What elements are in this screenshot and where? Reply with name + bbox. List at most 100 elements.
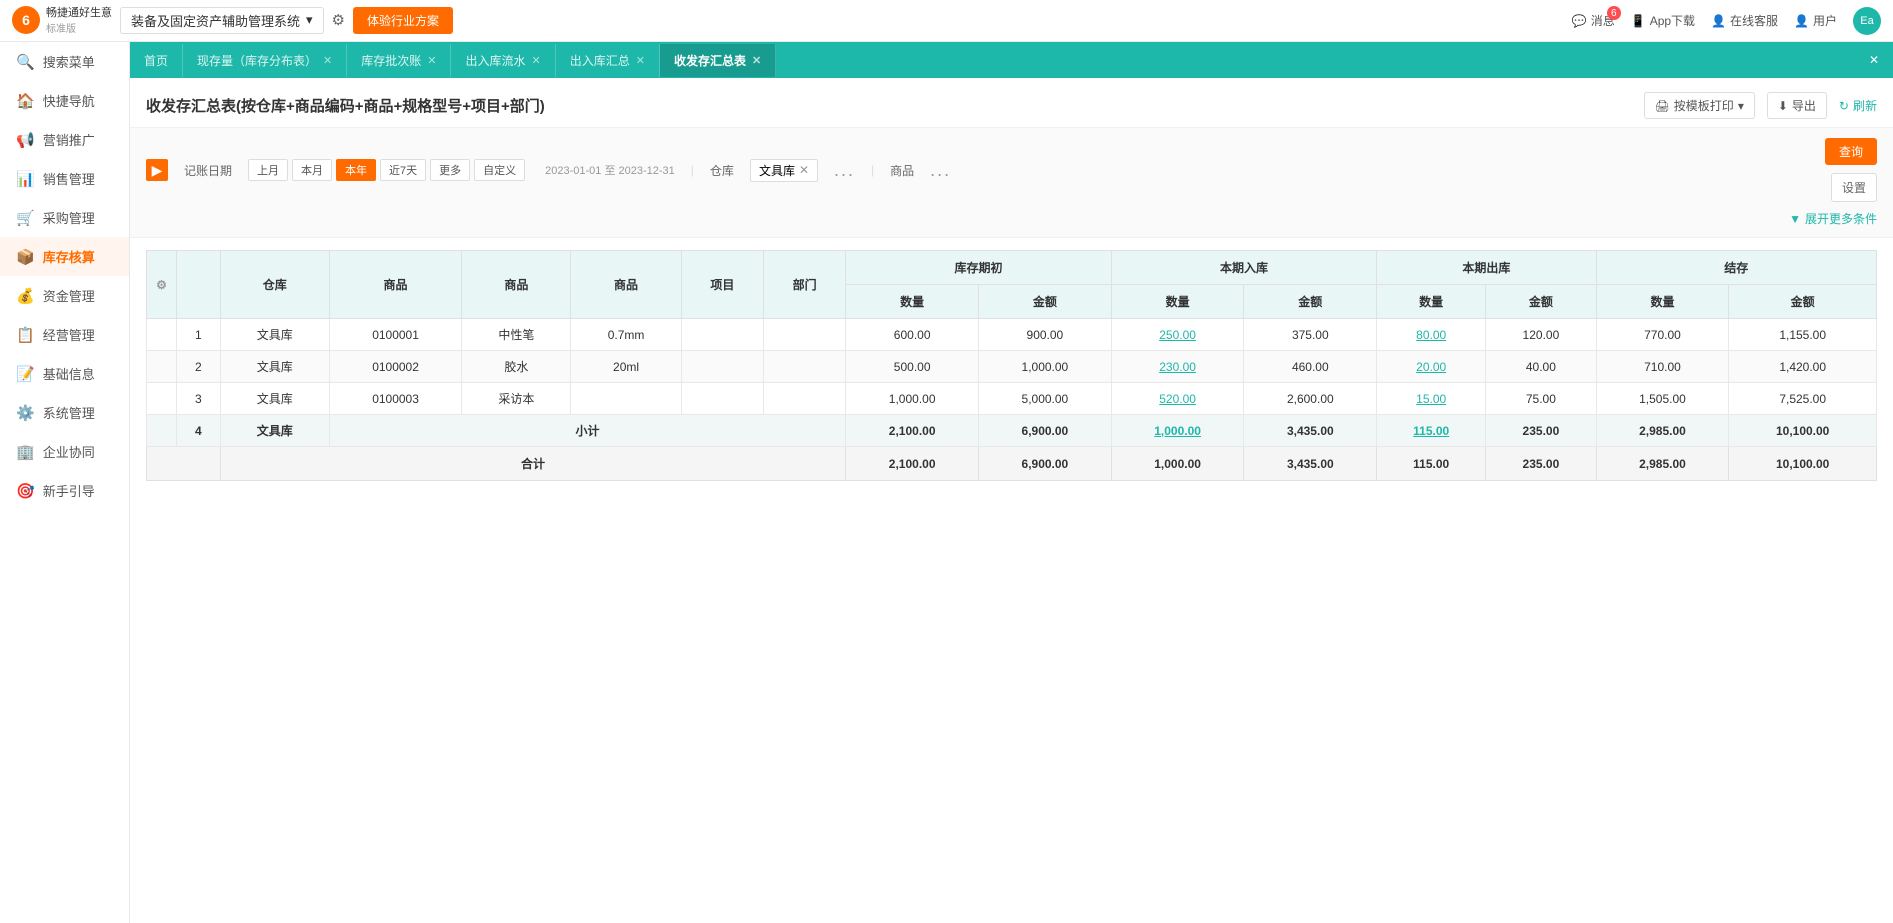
sidebar-label-quick-nav: 快捷导航: [43, 91, 95, 110]
date-btn-last-month[interactable]: 上月: [248, 159, 288, 181]
tab-close-inout-flow[interactable]: ✕: [532, 54, 541, 67]
row-in-amt: 460.00: [1244, 351, 1377, 383]
main-table: ⚙ 仓库 商品 商品 商品 项目 部门 库存期初 本期入库 本期出库: [146, 250, 1877, 481]
print-button[interactable]: 🖨 按模板打印 ▾: [1644, 92, 1755, 119]
row-in-qty[interactable]: 230.00: [1111, 351, 1244, 383]
row-init-qty: 600.00: [846, 319, 979, 351]
row-out-qty[interactable]: 15.00: [1377, 383, 1486, 415]
row-in-qty[interactable]: 250.00: [1111, 319, 1244, 351]
tab-inout-summary[interactable]: 出入库汇总 ✕: [556, 44, 660, 77]
filter-toggle-button[interactable]: ▶: [146, 159, 168, 181]
row-bal-amt: 1,420.00: [1729, 351, 1877, 383]
table-settings-col: ⚙: [147, 251, 177, 319]
export-button[interactable]: ⬇ 导出: [1767, 92, 1827, 119]
sidebar-item-sales[interactable]: 📊 销售管理: [0, 159, 129, 198]
subtotal-warehouse: 文具库: [220, 415, 329, 447]
row-project: [681, 383, 763, 415]
tab-close-all[interactable]: ✕: [1855, 45, 1893, 75]
download-icon: 📱: [1631, 14, 1646, 28]
enterprise-icon: 🏢: [16, 443, 35, 461]
sidebar-label-guide: 新手引导: [43, 481, 95, 500]
sidebar-item-marketing[interactable]: 📢 营销推广: [0, 120, 129, 159]
sidebar-item-inventory[interactable]: 📦 库存核算: [0, 237, 129, 276]
inventory-icon: 📦: [16, 248, 35, 266]
app-name: 畅捷通好生意: [46, 6, 112, 20]
sidebar-item-basic-info[interactable]: 📝 基础信息: [0, 354, 129, 393]
gear-button[interactable]: ⚙: [332, 11, 345, 29]
tab-batch-ledger[interactable]: 库存批次账 ✕: [347, 44, 451, 77]
row-dept: [764, 383, 846, 415]
col-project: 项目: [681, 251, 763, 319]
date-btn-this-year[interactable]: 本年: [336, 159, 376, 181]
online-service-button[interactable]: 👤 在线客服: [1711, 12, 1778, 29]
sub-bal-qty: 数量: [1596, 285, 1729, 319]
tab-close-inventory-dist[interactable]: ✕: [323, 54, 332, 67]
sub-in-qty: 数量: [1111, 285, 1244, 319]
warehouse-more[interactable]: ...: [834, 160, 855, 181]
sidebar-label-sales: 销售管理: [43, 169, 95, 188]
tab-inout-flow[interactable]: 出入库流水 ✕: [451, 44, 555, 77]
date-btn-this-month[interactable]: 本月: [292, 159, 332, 181]
sidebar-item-search[interactable]: 🔍 搜索菜单: [0, 42, 129, 81]
col-group-out: 本期出库: [1377, 251, 1596, 285]
sidebar-item-quick-nav[interactable]: 🏠 快捷导航: [0, 81, 129, 120]
tab-receipt-summary[interactable]: 收发存汇总表 ✕: [660, 44, 776, 77]
row-warehouse: 文具库: [220, 351, 329, 383]
settings-button[interactable]: 设置: [1831, 173, 1877, 202]
tab-close-batch-ledger[interactable]: ✕: [427, 54, 436, 67]
date-btn-custom[interactable]: 自定义: [474, 159, 525, 181]
row-out-qty[interactable]: 80.00: [1377, 319, 1486, 351]
subtotal-bal-qty: 2,985.00: [1596, 415, 1729, 447]
sidebar-item-operations[interactable]: 📋 经营管理: [0, 315, 129, 354]
date-btn-7days[interactable]: 近7天: [380, 159, 426, 181]
header-right: 💬 消息 6 📱 App下载 👤 在线客服 👤 用户 Ea: [1572, 7, 1881, 35]
date-btn-more[interactable]: 更多: [430, 159, 470, 181]
row-settings: [147, 319, 177, 351]
product-more[interactable]: ...: [930, 160, 951, 181]
row-in-amt: 2,600.00: [1244, 383, 1377, 415]
tab-close-receipt-summary[interactable]: ✕: [752, 54, 761, 67]
total-init-qty: 2,100.00: [846, 447, 979, 481]
tab-close-inout-summary[interactable]: ✕: [636, 54, 645, 67]
row-code: 0100003: [329, 383, 462, 415]
try-industry-button[interactable]: 体验行业方案: [353, 7, 453, 34]
filter-row: ▶ 记账日期 上月 本月 本年 近7天 更多 自定义 2023-01-01 至 …: [146, 138, 1877, 202]
row-out-qty[interactable]: 20.00: [1377, 351, 1486, 383]
sidebar-item-enterprise[interactable]: 🏢 企业协同: [0, 432, 129, 471]
row-init-qty: 1,000.00: [846, 383, 979, 415]
refresh-button[interactable]: ↻ 刷新: [1839, 97, 1877, 114]
subtotal-label: 小计: [329, 415, 846, 447]
app-name-area: 畅捷通好生意 标准版: [46, 6, 112, 35]
sidebar-item-purchase[interactable]: 🛒 采购管理: [0, 198, 129, 237]
service-icon: 👤: [1711, 14, 1726, 28]
sales-icon: 📊: [16, 170, 35, 188]
marketing-icon: 📢: [16, 131, 35, 149]
row-bal-qty: 1,505.00: [1596, 383, 1729, 415]
expand-conditions-button[interactable]: ▼ 展开更多条件: [1789, 210, 1877, 227]
row-dept: [764, 319, 846, 351]
app-download-button[interactable]: 📱 App下载: [1631, 12, 1695, 29]
export-icon: ⬇: [1778, 99, 1788, 113]
expand-icon: ▼: [1789, 212, 1801, 226]
system-name[interactable]: 装备及固定资产辅助管理系统 ▾: [120, 7, 324, 34]
row-code: 0100001: [329, 319, 462, 351]
user-button[interactable]: 👤 用户: [1794, 12, 1837, 29]
row-in-qty[interactable]: 520.00: [1111, 383, 1244, 415]
sidebar-label-purchase: 采购管理: [43, 208, 95, 227]
home-icon: 🏠: [16, 92, 35, 110]
warehouse-tag-close[interactable]: ✕: [799, 163, 809, 177]
tab-home[interactable]: 首页: [130, 44, 183, 77]
tab-inventory-dist[interactable]: 现存量（库存分布表） ✕: [183, 44, 347, 77]
sidebar-label-search: 搜索菜单: [43, 52, 95, 71]
column-settings-icon[interactable]: ⚙: [156, 278, 167, 292]
col-group-bal: 结存: [1596, 251, 1876, 285]
message-button[interactable]: 💬 消息 6: [1572, 12, 1615, 29]
sidebar-item-finance[interactable]: 💰 资金管理: [0, 276, 129, 315]
user-avatar[interactable]: Ea: [1853, 7, 1881, 35]
filter-second-row: ▼ 展开更多条件: [146, 210, 1877, 227]
query-button[interactable]: 查询: [1825, 138, 1877, 165]
sidebar-item-system[interactable]: ⚙️ 系统管理: [0, 393, 129, 432]
row-bal-amt: 7,525.00: [1729, 383, 1877, 415]
sub-bal-amt: 金额: [1729, 285, 1877, 319]
sidebar-item-guide[interactable]: 🎯 新手引导: [0, 471, 129, 510]
